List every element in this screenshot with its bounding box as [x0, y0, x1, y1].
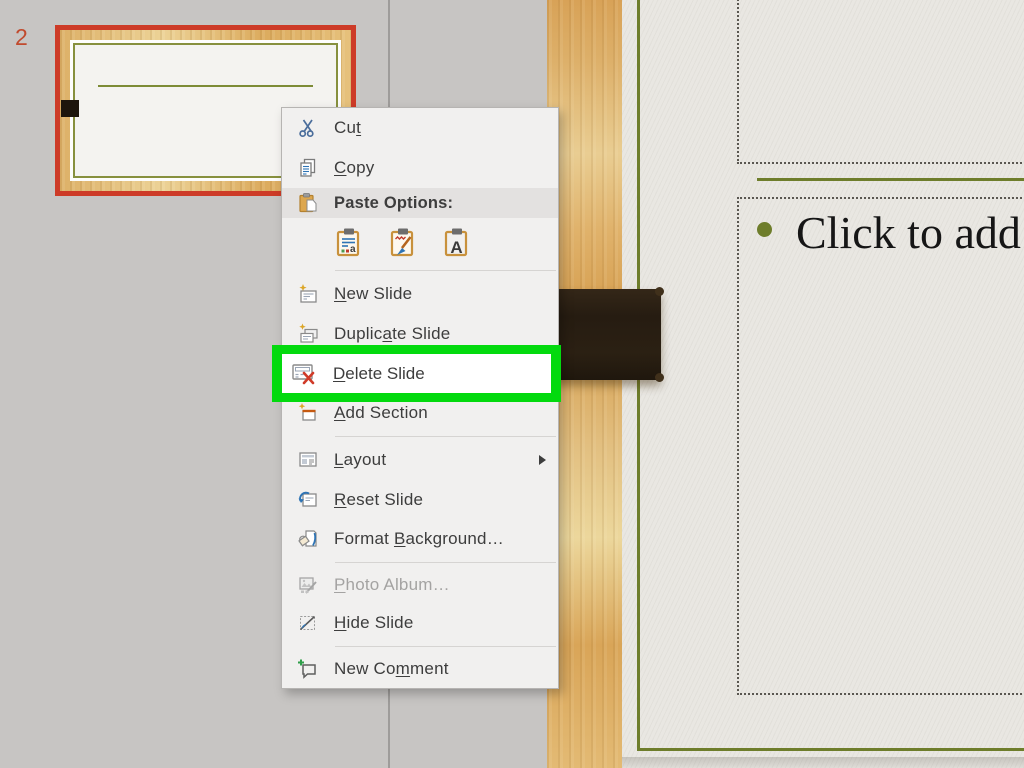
new-slide-icon [282, 283, 334, 305]
menu-item-copy[interactable]: Copy [282, 148, 558, 188]
slide-number: 2 [15, 24, 28, 50]
title-placeholder[interactable] [737, 0, 1024, 164]
dark-ribbon-decoration [550, 287, 664, 382]
menu-separator [282, 266, 558, 274]
content-placeholder[interactable] [737, 197, 1024, 695]
paste-options-row: a A [282, 218, 558, 266]
slide-bottom-shadow [622, 757, 1024, 768]
thumbnail-ribbon-tab [61, 100, 79, 117]
menu-item-new-comment[interactable]: New Comment [282, 650, 558, 688]
paste-destination-theme-icon[interactable]: a [334, 225, 364, 259]
svg-text:A: A [450, 238, 462, 257]
paste-clipboard-icon [282, 192, 334, 214]
scissors-icon [282, 118, 334, 138]
menu-item-hide-slide[interactable]: Hide Slide [282, 604, 558, 642]
menu-item-label: Duplicate Slide [334, 324, 451, 343]
photo-album-icon [282, 574, 334, 596]
menu-separator [282, 642, 558, 650]
menu-separator [282, 432, 558, 440]
menu-item-label: Copy [334, 158, 375, 177]
reset-slide-icon [282, 489, 334, 511]
paste-options-label: Paste Options: [334, 193, 454, 212]
menu-separator [282, 558, 558, 566]
svg-text:a: a [350, 244, 356, 255]
menu-item-new-slide[interactable]: New Slide [282, 274, 558, 314]
delete-slide-icon [291, 362, 317, 386]
add-section-icon [282, 402, 334, 424]
paste-keep-text-only-icon[interactable]: A [442, 225, 472, 259]
menu-item-photo-album: Photo Album… [282, 566, 558, 604]
menu-item-cut[interactable]: Cut [282, 108, 558, 148]
menu-item-format-background[interactable]: Format Background… [282, 520, 558, 558]
duplicate-slide-icon [282, 323, 334, 345]
paste-options-label-row: Paste Options: [282, 188, 558, 218]
hide-slide-icon [282, 612, 334, 634]
paste-keep-source-formatting-icon[interactable] [388, 225, 418, 259]
new-comment-icon [282, 658, 334, 680]
menu-item-reset-slide[interactable]: Reset Slide [282, 480, 558, 520]
title-divider-line [757, 178, 1024, 181]
layout-icon [282, 449, 334, 471]
submenu-arrow-icon [539, 455, 546, 465]
menu-item-label: Format Background… [334, 529, 504, 548]
menu-item-label: New Slide [334, 284, 413, 303]
slide-olive-border-bottom [637, 748, 1024, 751]
menu-item-label: Photo Album… [334, 575, 450, 594]
highlight-box: Delete Slide [272, 345, 561, 402]
menu-item-label: Reset Slide [334, 490, 424, 509]
menu-item-label: Delete Slide [333, 363, 425, 383]
format-background-icon [282, 528, 334, 550]
menu-item-delete-slide[interactable]: Delete Slide [282, 354, 551, 393]
copy-icon [282, 158, 334, 178]
menu-item-label: Layout [334, 450, 387, 469]
olive-bullet-dot [757, 222, 772, 237]
menu-item-label: Add Section [334, 403, 428, 422]
menu-item-layout[interactable]: Layout [282, 440, 558, 480]
menu-item-label: Cut [334, 118, 362, 137]
menu-item-label: New Comment [334, 659, 449, 678]
thumbnail-title-line [98, 85, 313, 87]
menu-item-label: Hide Slide [334, 613, 414, 632]
content-placeholder-prompt[interactable]: Click to add [796, 206, 1021, 259]
